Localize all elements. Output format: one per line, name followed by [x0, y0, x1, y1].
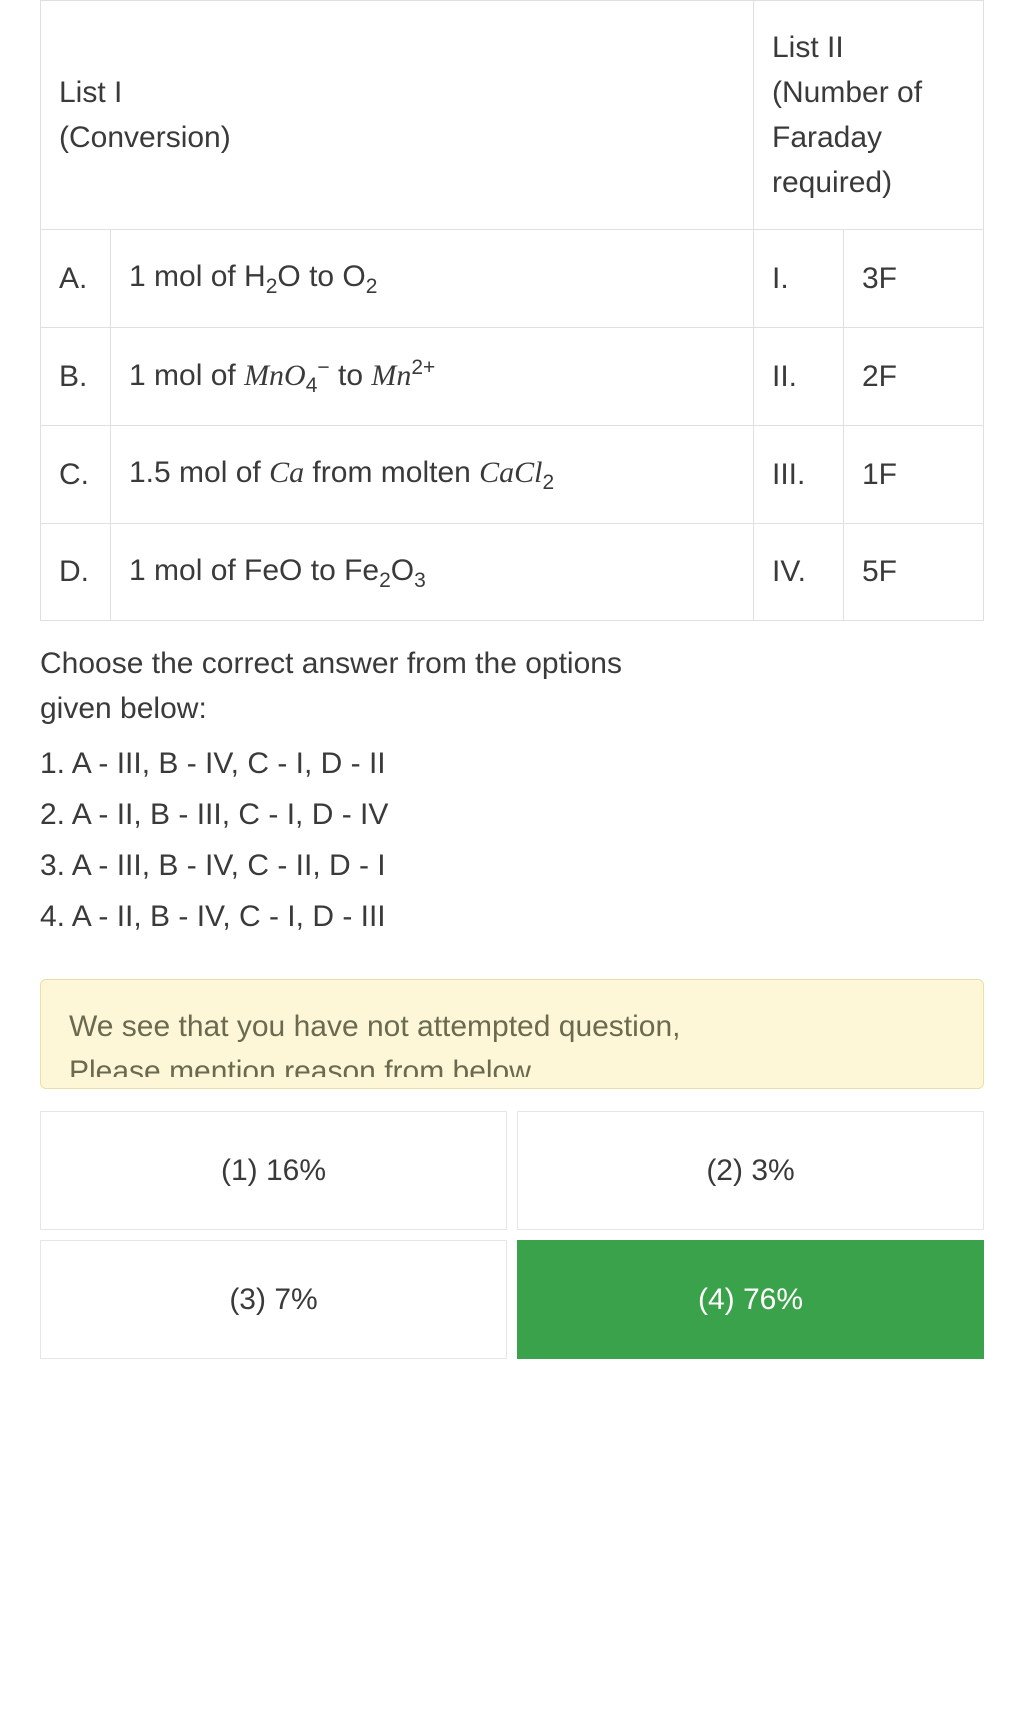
row-letter: A.: [41, 230, 111, 328]
notice-line1: We see that you have not attempted quest…: [69, 1004, 955, 1049]
table-row: A. 1 mol of H2O to O2 I. 3F: [41, 230, 984, 328]
text-option: 1. A - III, B - IV, C - I, D - II: [40, 741, 984, 786]
row-conversion: 1.5 mol of Ca from molten CaCl2: [111, 426, 754, 524]
answer-option-3[interactable]: (3) 7%: [40, 1240, 507, 1359]
answer-label: (1) 16%: [221, 1154, 326, 1187]
row-conversion: 1 mol of FeO to Fe2O3: [111, 523, 754, 621]
table-row: B. 1 mol of MnO4− to Mn2+ II. 2F: [41, 327, 984, 426]
row-letter: D.: [41, 523, 111, 621]
row-letter: C.: [41, 426, 111, 524]
table-row: C. 1.5 mol of Ca from molten CaCl2 III. …: [41, 426, 984, 524]
text-option: 2. A - II, B - III, C - I, D - IV: [40, 792, 984, 837]
row-roman: I.: [754, 230, 844, 328]
list2-sub2: Faraday required): [772, 115, 965, 205]
not-attempted-notice: We see that you have not attempted quest…: [40, 979, 984, 1089]
row-value: 2F: [844, 327, 984, 426]
list1-title: List I: [59, 70, 735, 115]
row-roman: II.: [754, 327, 844, 426]
answer-label: (4) 76%: [698, 1283, 803, 1316]
prompt-line1: Choose the correct answer from the optio…: [40, 647, 622, 680]
answer-option-1[interactable]: (1) 16%: [40, 1111, 507, 1230]
list1-subtitle: (Conversion): [59, 115, 735, 160]
answer-label: (3) 7%: [229, 1283, 317, 1316]
answer-option-4[interactable]: (4) 76%: [517, 1240, 984, 1359]
table-row: D. 1 mol of FeO to Fe2O3 IV. 5F: [41, 523, 984, 621]
list2-sub1: (Number of: [772, 70, 965, 115]
list1-header: List I (Conversion): [41, 1, 754, 230]
row-conversion: 1 mol of MnO4− to Mn2+: [111, 327, 754, 426]
prompt-line2: given below:: [40, 692, 207, 725]
text-option: 3. A - III, B - IV, C - II, D - I: [40, 843, 984, 888]
list2-header: List II (Number of Faraday required): [754, 1, 984, 230]
text-options-list: 1. A - III, B - IV, C - I, D - II 2. A -…: [40, 741, 984, 939]
row-roman: III.: [754, 426, 844, 524]
list2-title: List II: [772, 25, 965, 70]
row-conversion: 1 mol of H2O to O2: [111, 230, 754, 328]
row-value: 5F: [844, 523, 984, 621]
answer-grid: (1) 16% (2) 3% (3) 7% (4) 76%: [40, 1111, 984, 1359]
row-letter: B.: [41, 327, 111, 426]
notice-line2: Please mention reason from below: [69, 1049, 955, 1077]
question-prompt: Choose the correct answer from the optio…: [40, 641, 984, 731]
answer-label: (2) 3%: [706, 1154, 794, 1187]
matching-table: List I (Conversion) List II (Number of F…: [40, 0, 984, 621]
row-value: 3F: [844, 230, 984, 328]
text-option: 4. A - II, B - IV, C - I, D - III: [40, 894, 984, 939]
row-value: 1F: [844, 426, 984, 524]
answer-option-2[interactable]: (2) 3%: [517, 1111, 984, 1230]
row-roman: IV.: [754, 523, 844, 621]
